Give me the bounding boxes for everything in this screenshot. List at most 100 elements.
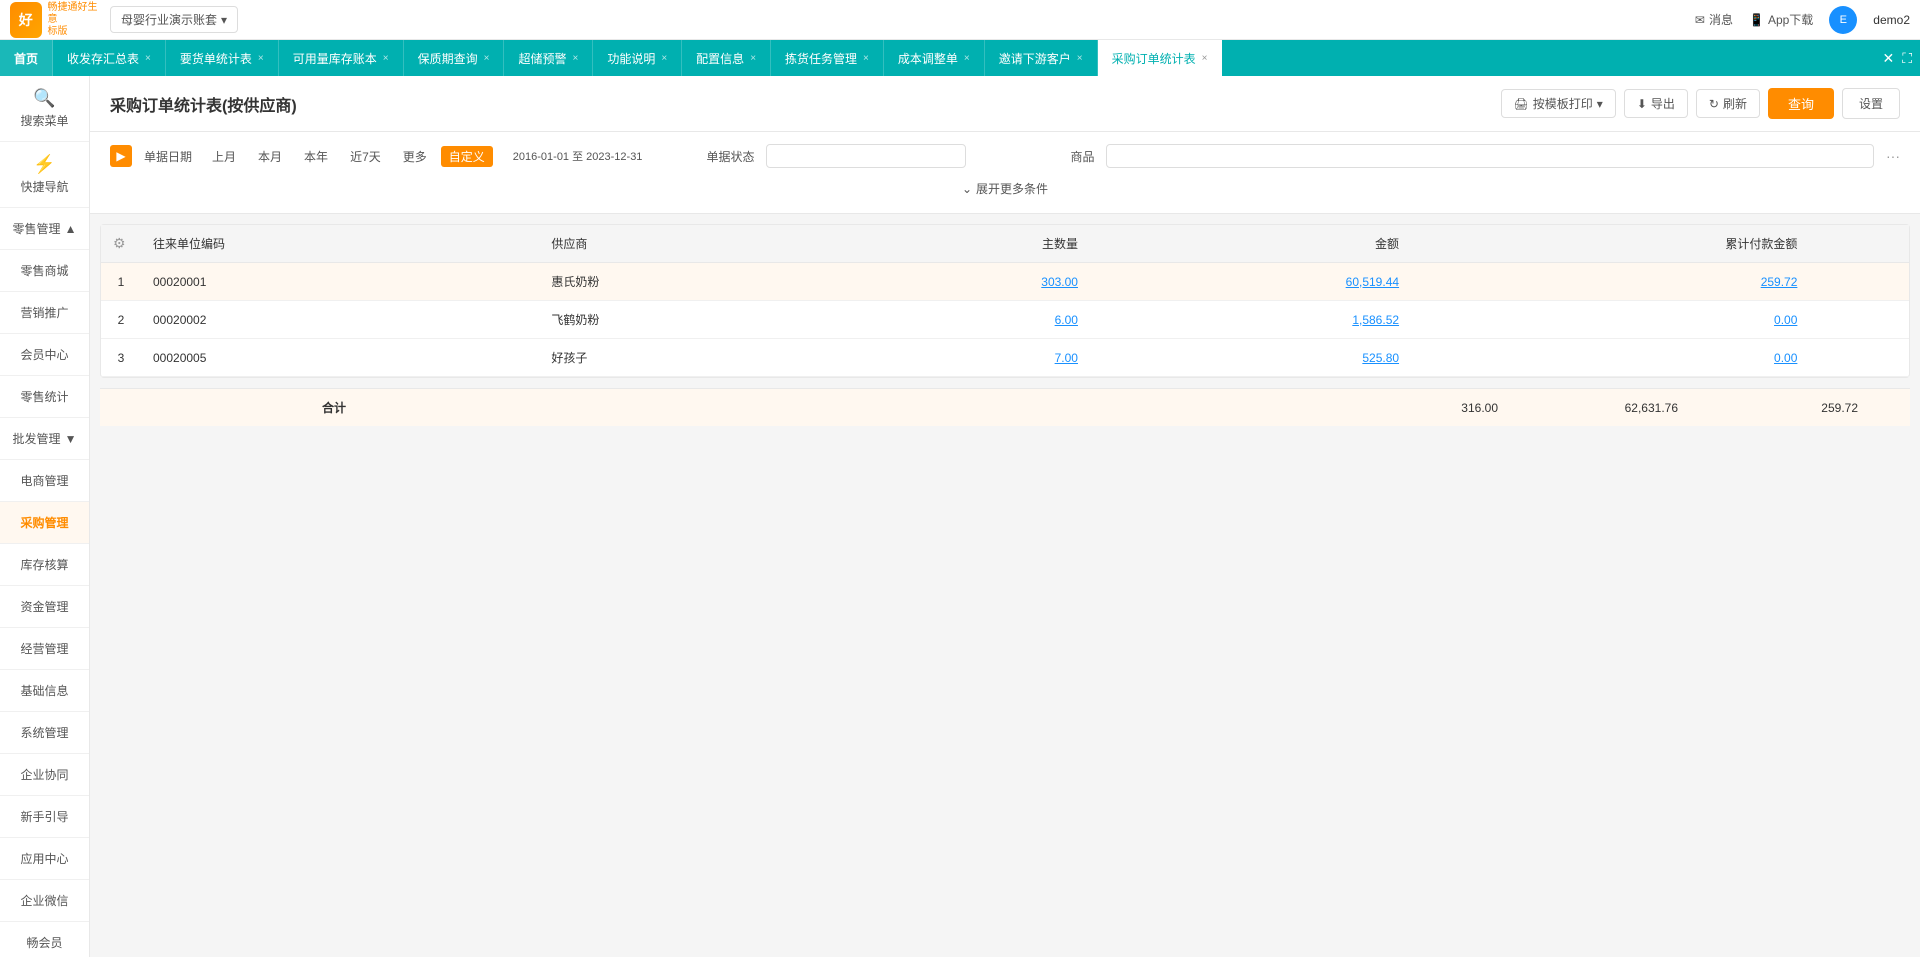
close-icon[interactable]: ×	[258, 53, 264, 64]
shortcut-this-month[interactable]: 本月	[250, 146, 290, 167]
close-icon[interactable]: ×	[964, 53, 970, 64]
layout: 🔍 搜索菜单 ⚡ 快捷导航 零售管理 ▲ 零售商城 营销推广 会员中心 零售统计…	[0, 76, 1920, 957]
cell-supplier: 飞鹤奶粉	[539, 301, 838, 339]
goods-input[interactable]	[1106, 144, 1874, 168]
search-icon: 🔍	[0, 88, 89, 109]
tab-jianhuo[interactable]: 拣货任务管理 ×	[771, 40, 884, 76]
cell-amount[interactable]: 525.80	[1090, 339, 1411, 377]
close-icon[interactable]: ×	[383, 53, 389, 64]
close-icon[interactable]: ×	[750, 53, 756, 64]
sidebar-item-marketing[interactable]: 营销推广	[0, 292, 89, 334]
cell-paid[interactable]: 0.00	[1411, 301, 1809, 339]
tab-yaoqing[interactable]: 邀请下游客户 ×	[985, 40, 1098, 76]
sidebar-item-system[interactable]: 系统管理	[0, 712, 89, 754]
sidebar-item-operations[interactable]: 经营管理	[0, 628, 89, 670]
close-icon[interactable]: ×	[484, 53, 490, 64]
sidebar-item-retail-shop[interactable]: 零售商城	[0, 250, 89, 292]
custom-date-badge[interactable]: 自定义	[441, 146, 493, 167]
download-icon: 📱	[1749, 13, 1764, 27]
sidebar-item-search[interactable]: 🔍 搜索菜单	[0, 76, 89, 142]
logo-text: 畅捷通好生意 标版	[48, 2, 101, 38]
tab-caigou-active[interactable]: 采购订单统计表 ×	[1098, 40, 1223, 76]
tab-expand-icon[interactable]: ⛶	[1902, 50, 1912, 67]
sidebar-item-quicknav[interactable]: ⚡ 快捷导航	[0, 142, 89, 208]
sidebar-item-wechat[interactable]: 企业微信	[0, 880, 89, 922]
refresh-button[interactable]: ↻ 刷新	[1696, 89, 1760, 118]
sidebar-item-ecommerce[interactable]: 电商管理	[0, 460, 89, 502]
tab-peizhixinxi[interactable]: 配置信息 ×	[682, 40, 771, 76]
sidebar-item-collab[interactable]: 企业协同	[0, 754, 89, 796]
print-button[interactable]: 🖨 按模板打印 ▾	[1501, 89, 1616, 118]
sidebar-item-label: 经营管理	[0, 640, 89, 657]
cell-qty[interactable]: 6.00	[838, 301, 1090, 339]
sidebar-item-label: 零售管理	[13, 220, 61, 237]
tab-yaohuo[interactable]: 要货单统计表 ×	[166, 40, 279, 76]
cell-paid[interactable]: 259.72	[1411, 263, 1809, 301]
tab-kuyong[interactable]: 可用量库存账本 ×	[279, 40, 404, 76]
sidebar-item-retail-stats[interactable]: 零售统计	[0, 376, 89, 418]
sidebar-item-label: 企业协同	[0, 766, 89, 783]
cell-code: 00020001	[141, 263, 539, 301]
user-name[interactable]: demo2	[1873, 13, 1910, 27]
tab-gongneng[interactable]: 功能说明 ×	[593, 40, 682, 76]
tab-close-all-icon[interactable]: ✕	[1882, 50, 1894, 67]
sidebar-item-member[interactable]: 会员中心	[0, 334, 89, 376]
chevron-down-icon: ⌄	[962, 182, 972, 196]
close-icon[interactable]: ×	[1202, 53, 1208, 64]
footer-label: 合计	[272, 399, 432, 416]
close-icon[interactable]: ×	[863, 53, 869, 64]
message-button[interactable]: ✉ 消息	[1695, 11, 1733, 28]
status-select[interactable]	[766, 144, 966, 168]
col-code: 往来单位编码	[141, 225, 539, 263]
workspace-selector[interactable]: 母婴行业演示账套 ▾	[110, 6, 238, 33]
shortcut-last-month[interactable]: 上月	[204, 146, 244, 167]
sidebar-item-label: 批发管理	[13, 430, 61, 447]
sidebar-item-inventory[interactable]: 库存核算	[0, 544, 89, 586]
cell-amount[interactable]: 60,519.44	[1090, 263, 1411, 301]
expand-row: ⌄ 展开更多条件	[110, 176, 1900, 201]
shortcut-this-year[interactable]: 本年	[296, 146, 336, 167]
more-icon[interactable]: ···	[1886, 148, 1900, 164]
close-icon[interactable]: ×	[572, 53, 578, 64]
table-row: 2 00020002 飞鹤奶粉 6.00 1,586.52 0.00	[101, 301, 1909, 339]
sidebar-item-retail-mgmt[interactable]: 零售管理 ▲	[0, 208, 89, 250]
tab-shouzun[interactable]: 收发存汇总表 ×	[53, 40, 166, 76]
shortcut-more[interactable]: 更多	[395, 146, 435, 167]
tab-label: 采购订单统计表	[1112, 50, 1196, 67]
cell-amount[interactable]: 1,586.52	[1090, 301, 1411, 339]
close-icon[interactable]: ×	[1077, 53, 1083, 64]
tab-chengben[interactable]: 成本调整单 ×	[884, 40, 985, 76]
page-title: 采购订单统计表(按供应商)	[110, 92, 297, 116]
filter-toggle[interactable]: ▶	[110, 145, 132, 167]
export-button[interactable]: ⬇ 导出	[1624, 89, 1688, 118]
sidebar-item-label: 基础信息	[0, 682, 89, 699]
tab-chaochao[interactable]: 超储预警 ×	[504, 40, 593, 76]
settings-icon[interactable]: ⚙	[113, 235, 126, 251]
settings-button[interactable]: 设置	[1842, 88, 1900, 119]
sidebar-item-finance[interactable]: 资金管理	[0, 586, 89, 628]
query-button[interactable]: 查询	[1768, 88, 1834, 119]
date-shortcuts: 上月 本月 本年 近7天 更多 自定义	[204, 146, 493, 167]
shortcut-7days[interactable]: 近7天	[342, 146, 389, 167]
sidebar-item-purchase[interactable]: 采购管理	[0, 502, 89, 544]
sidebar-item-vip[interactable]: 畅会员	[0, 922, 89, 957]
cell-qty[interactable]: 7.00	[838, 339, 1090, 377]
tab-baozhi[interactable]: 保质期查询 ×	[404, 40, 505, 76]
message-icon: ✉	[1695, 13, 1705, 27]
tab-home[interactable]: 首页	[0, 40, 53, 76]
sidebar-item-guide[interactable]: 新手引导	[0, 796, 89, 838]
sidebar-item-app-center[interactable]: 应用中心	[0, 838, 89, 880]
close-icon[interactable]: ×	[145, 53, 151, 64]
cell-paid[interactable]: 0.00	[1411, 339, 1809, 377]
cell-qty[interactable]: 303.00	[838, 263, 1090, 301]
sidebar-item-label: 采购管理	[0, 514, 89, 531]
sidebar-item-basic-info[interactable]: 基础信息	[0, 670, 89, 712]
main-content: 采购订单统计表(按供应商) 🖨 按模板打印 ▾ ⬇ 导出 ↻ 刷新 查询 设置	[90, 76, 1920, 957]
footer-qty: 316.00	[1418, 401, 1498, 415]
tab-label: 可用量库存账本	[293, 50, 377, 67]
close-icon[interactable]: ×	[661, 53, 667, 64]
sidebar-item-wholesale[interactable]: 批发管理 ▼	[0, 418, 89, 460]
expand-button[interactable]: ⌄ 展开更多条件	[962, 176, 1048, 201]
app-download-button[interactable]: 📱 App下载	[1749, 11, 1813, 28]
quicknav-icon: ⚡	[0, 154, 89, 175]
